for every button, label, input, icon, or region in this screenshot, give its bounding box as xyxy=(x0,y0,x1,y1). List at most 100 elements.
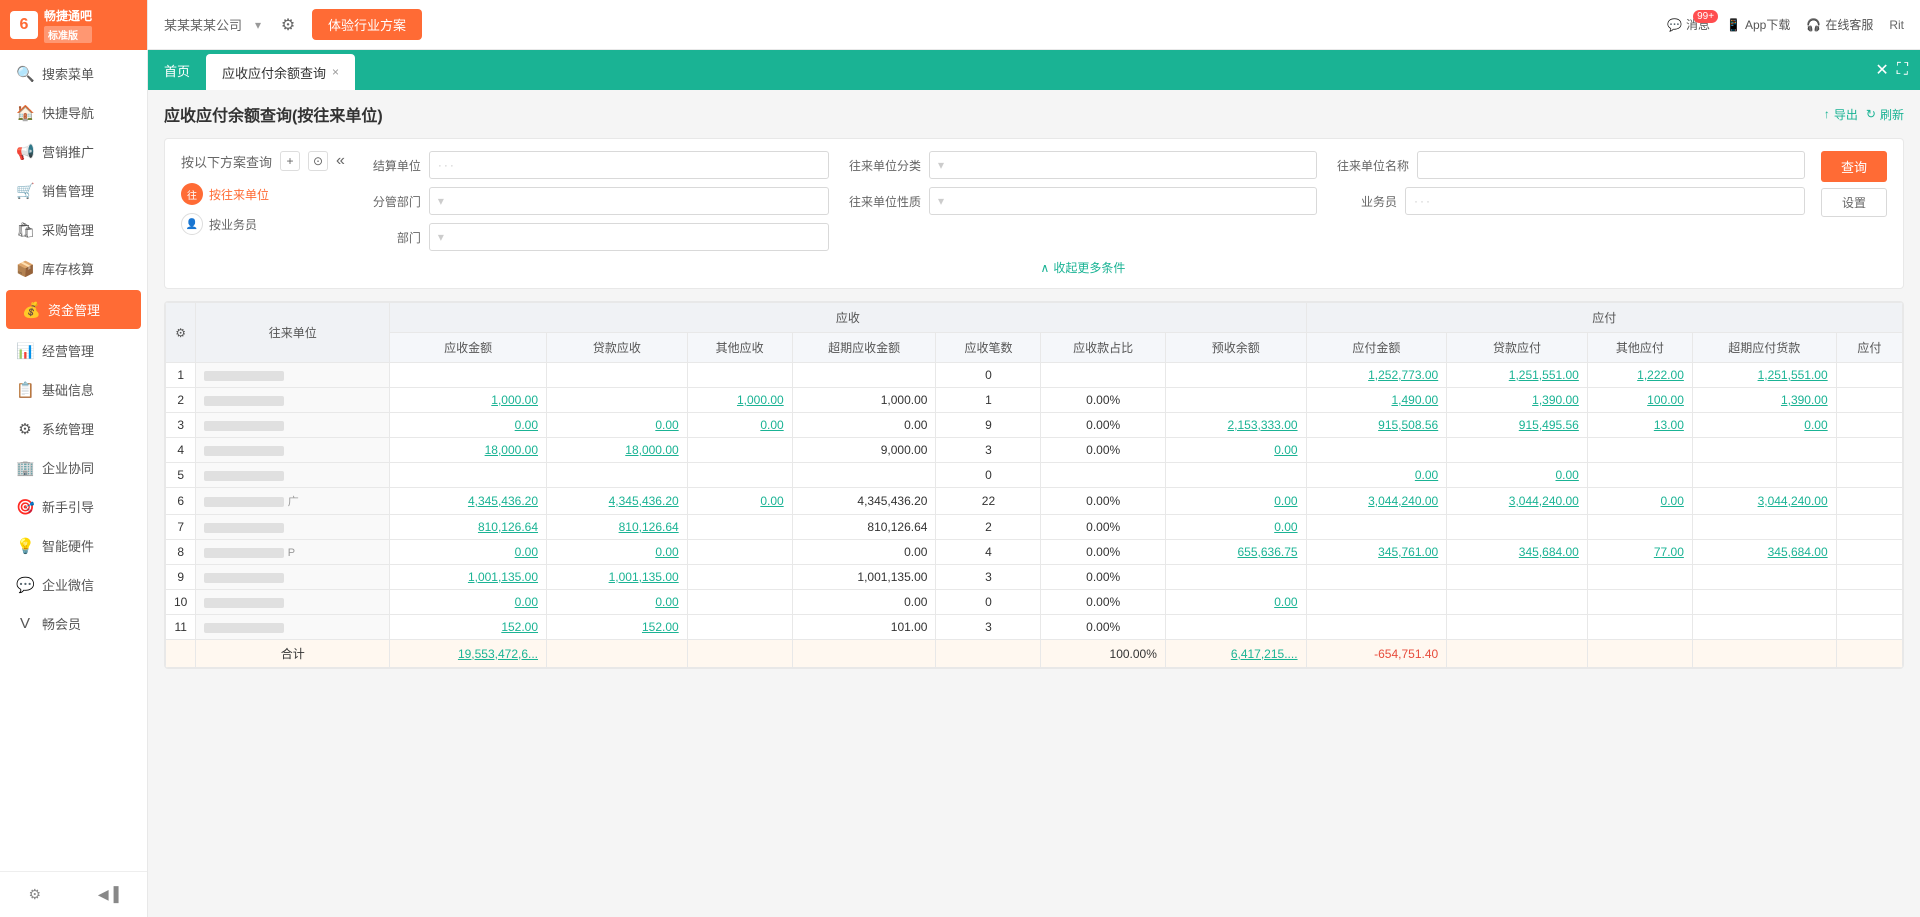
cell-ar-other-1[interactable]: 1,000.00 xyxy=(687,388,792,413)
sidebar-item-quick-nav[interactable]: 🏠快捷导航 xyxy=(0,93,147,132)
cell-ap-other-5[interactable]: 0.00 xyxy=(1587,488,1692,515)
filter-by-staff[interactable]: 👤 按业务员 xyxy=(181,213,345,235)
sidebar-item-member[interactable]: V畅会员 xyxy=(0,604,147,643)
cell-ar-prepaid-2[interactable]: 2,153,333.00 xyxy=(1165,413,1306,438)
settings-btn[interactable]: 设置 xyxy=(1821,188,1887,217)
field-partner-cat-input[interactable]: ▾ xyxy=(929,151,1317,179)
cell-ar-amount-2[interactable]: 0.00 xyxy=(390,413,547,438)
cell-ar-loan-10[interactable]: 152.00 xyxy=(547,615,688,640)
cell-ap-amount-2[interactable]: 915,508.56 xyxy=(1306,413,1447,438)
sidebar-item-purchase[interactable]: 🛍采购管理 xyxy=(0,210,147,249)
cell-ar-other-2[interactable]: 0.00 xyxy=(687,413,792,438)
sidebar-item-marketing[interactable]: 📢营销推广 xyxy=(0,132,147,171)
cell-ar-amount-6[interactable]: 810,126.64 xyxy=(390,515,547,540)
search-settings-icon[interactable]: ⊙ xyxy=(308,151,328,171)
cell-ap-amount-5[interactable]: 3,044,240.00 xyxy=(1306,488,1447,515)
sidebar-settings-btn[interactable]: ⚙ xyxy=(18,880,51,909)
cell-ap-other-7[interactable]: 77.00 xyxy=(1587,540,1692,565)
cell-ap-overdue-2[interactable]: 0.00 xyxy=(1692,413,1836,438)
cell-ar-prepaid-0 xyxy=(1165,363,1306,388)
header-service-btn[interactable]: 🎧 在线客服 xyxy=(1806,16,1873,33)
cell-ap-overdue-1[interactable]: 1,390.00 xyxy=(1692,388,1836,413)
cell-ar-prepaid-3[interactable]: 0.00 xyxy=(1165,438,1306,463)
field-dept-input[interactable]: ▾ xyxy=(429,187,829,215)
cell-ar-loan-3[interactable]: 18,000.00 xyxy=(547,438,688,463)
search-collapse-btn[interactable]: « xyxy=(336,152,345,170)
cell-index-8: 9 xyxy=(166,565,196,590)
cell-ap-loan-4[interactable]: 0.00 xyxy=(1447,463,1588,488)
cell-ar-prepaid-9[interactable]: 0.00 xyxy=(1165,590,1306,615)
sidebar-item-search[interactable]: 🔍搜索菜单 xyxy=(0,54,147,93)
cell-ar-loan-6[interactable]: 810,126.64 xyxy=(547,515,688,540)
field-staff-input[interactable]: ··· xyxy=(1405,187,1805,215)
cell-ar-amount-5[interactable]: 4,345,436.20 xyxy=(390,488,547,515)
cell-ap-overdue-0[interactable]: 1,251,551.00 xyxy=(1692,363,1836,388)
collapse-more-btn[interactable]: ∧ 收起更多条件 xyxy=(361,259,1805,276)
sidebar-item-system[interactable]: ⚙系统管理 xyxy=(0,409,147,448)
cell-ap-loan-2[interactable]: 915,495.56 xyxy=(1447,413,1588,438)
sidebar-item-enterprise[interactable]: 🏢企业协同 xyxy=(0,448,147,487)
th-ar-other: 其他应收 xyxy=(687,333,792,363)
header-user-btn[interactable]: Rit xyxy=(1889,18,1904,32)
sidebar-collapse-btn[interactable]: ◀▐ xyxy=(88,880,129,909)
header-cta-button[interactable]: 体验行业方案 xyxy=(312,9,422,40)
header-msg-btn[interactable]: 💬 消息 99+ xyxy=(1667,16,1710,33)
search-add-btn[interactable]: + xyxy=(280,151,300,171)
field-department-input[interactable]: ▾ xyxy=(429,223,829,251)
cell-ar-prepaid-5[interactable]: 0.00 xyxy=(1165,488,1306,515)
tab-close-window-btn[interactable]: ✕ xyxy=(1875,60,1888,80)
export-btn[interactable]: ↑ 导出 xyxy=(1824,106,1858,123)
sidebar-item-finance[interactable]: 💰资金管理 xyxy=(6,290,141,329)
header-gear-icon[interactable]: ⚙ xyxy=(274,11,302,39)
sidebar-item-guide[interactable]: 🎯新手引导 xyxy=(0,487,147,526)
field-partner-nature-input[interactable]: ▾ xyxy=(929,187,1317,215)
tab-close-btn[interactable]: × xyxy=(332,65,339,79)
th-settings[interactable]: ⚙ xyxy=(166,303,196,363)
cell-ar-other-5[interactable]: 0.00 xyxy=(687,488,792,515)
cell-ap-amount-7[interactable]: 345,761.00 xyxy=(1306,540,1447,565)
sidebar-item-sales[interactable]: 🛒销售管理 xyxy=(0,171,147,210)
tab-home[interactable]: 首页 xyxy=(148,50,206,90)
cell-ar-loan-8[interactable]: 1,001,135.00 xyxy=(547,565,688,590)
sidebar-item-wechat[interactable]: 💬企业微信 xyxy=(0,565,147,604)
cell-ap-amount-1[interactable]: 1,490.00 xyxy=(1306,388,1447,413)
total-ar-amount[interactable]: 19,553,472,6... xyxy=(390,640,547,668)
cell-ar-amount-10[interactable]: 152.00 xyxy=(390,615,547,640)
cell-ap-amount-0[interactable]: 1,252,773.00 xyxy=(1306,363,1447,388)
cell-ar-amount-9[interactable]: 0.00 xyxy=(390,590,547,615)
cell-ap-amount-4[interactable]: 0.00 xyxy=(1306,463,1447,488)
cell-ap-overdue-7[interactable]: 345,684.00 xyxy=(1692,540,1836,565)
tab-ar-query[interactable]: 应收应付余额查询 × xyxy=(206,54,355,90)
cell-ap-loan-0[interactable]: 1,251,551.00 xyxy=(1447,363,1588,388)
cell-ar-loan-7[interactable]: 0.00 xyxy=(547,540,688,565)
sidebar-item-inventory[interactable]: 📦库存核算 xyxy=(0,249,147,288)
cell-ap-loan-5[interactable]: 3,044,240.00 xyxy=(1447,488,1588,515)
cell-ar-amount-8[interactable]: 1,001,135.00 xyxy=(390,565,547,590)
cell-ar-loan-5[interactable]: 4,345,436.20 xyxy=(547,488,688,515)
cell-ar-loan-2[interactable]: 0.00 xyxy=(547,413,688,438)
field-settlement-input[interactable]: ··· xyxy=(429,151,829,179)
cell-ap-loan-7[interactable]: 345,684.00 xyxy=(1447,540,1588,565)
filter-by-partner[interactable]: 往 按往来单位 xyxy=(181,183,345,205)
header-app-btn[interactable]: 📱 App下载 xyxy=(1726,16,1790,33)
cell-ar-prepaid-6[interactable]: 0.00 xyxy=(1165,515,1306,540)
header-company-dropdown[interactable]: ▾ xyxy=(248,15,268,35)
cell-ar-amount-1[interactable]: 1,000.00 xyxy=(390,388,547,413)
cell-ap-other-0[interactable]: 1,222.00 xyxy=(1587,363,1692,388)
total-ar-prepaid[interactable]: 6,417,215.... xyxy=(1165,640,1306,668)
cell-ar-loan-9[interactable]: 0.00 xyxy=(547,590,688,615)
cell-ar-amount-3[interactable]: 18,000.00 xyxy=(390,438,547,463)
cell-ar-prepaid-7[interactable]: 655,636.75 xyxy=(1165,540,1306,565)
cell-ap-other-1[interactable]: 100.00 xyxy=(1587,388,1692,413)
query-btn[interactable]: 查询 xyxy=(1821,151,1887,182)
cell-ap-overdue-5[interactable]: 3,044,240.00 xyxy=(1692,488,1836,515)
cell-ap-other-2[interactable]: 13.00 xyxy=(1587,413,1692,438)
field-partner-name-input[interactable] xyxy=(1417,151,1805,179)
cell-ar-amount-7[interactable]: 0.00 xyxy=(390,540,547,565)
tab-expand-btn[interactable]: ⛶ xyxy=(1897,61,1908,79)
sidebar-item-hardware[interactable]: 💡智能硬件 xyxy=(0,526,147,565)
cell-ap-loan-1[interactable]: 1,390.00 xyxy=(1447,388,1588,413)
refresh-btn[interactable]: ↻ 刷新 xyxy=(1866,106,1904,123)
sidebar-item-operations[interactable]: 📊经营管理 xyxy=(0,331,147,370)
sidebar-item-basic-info[interactable]: 📋基础信息 xyxy=(0,370,147,409)
